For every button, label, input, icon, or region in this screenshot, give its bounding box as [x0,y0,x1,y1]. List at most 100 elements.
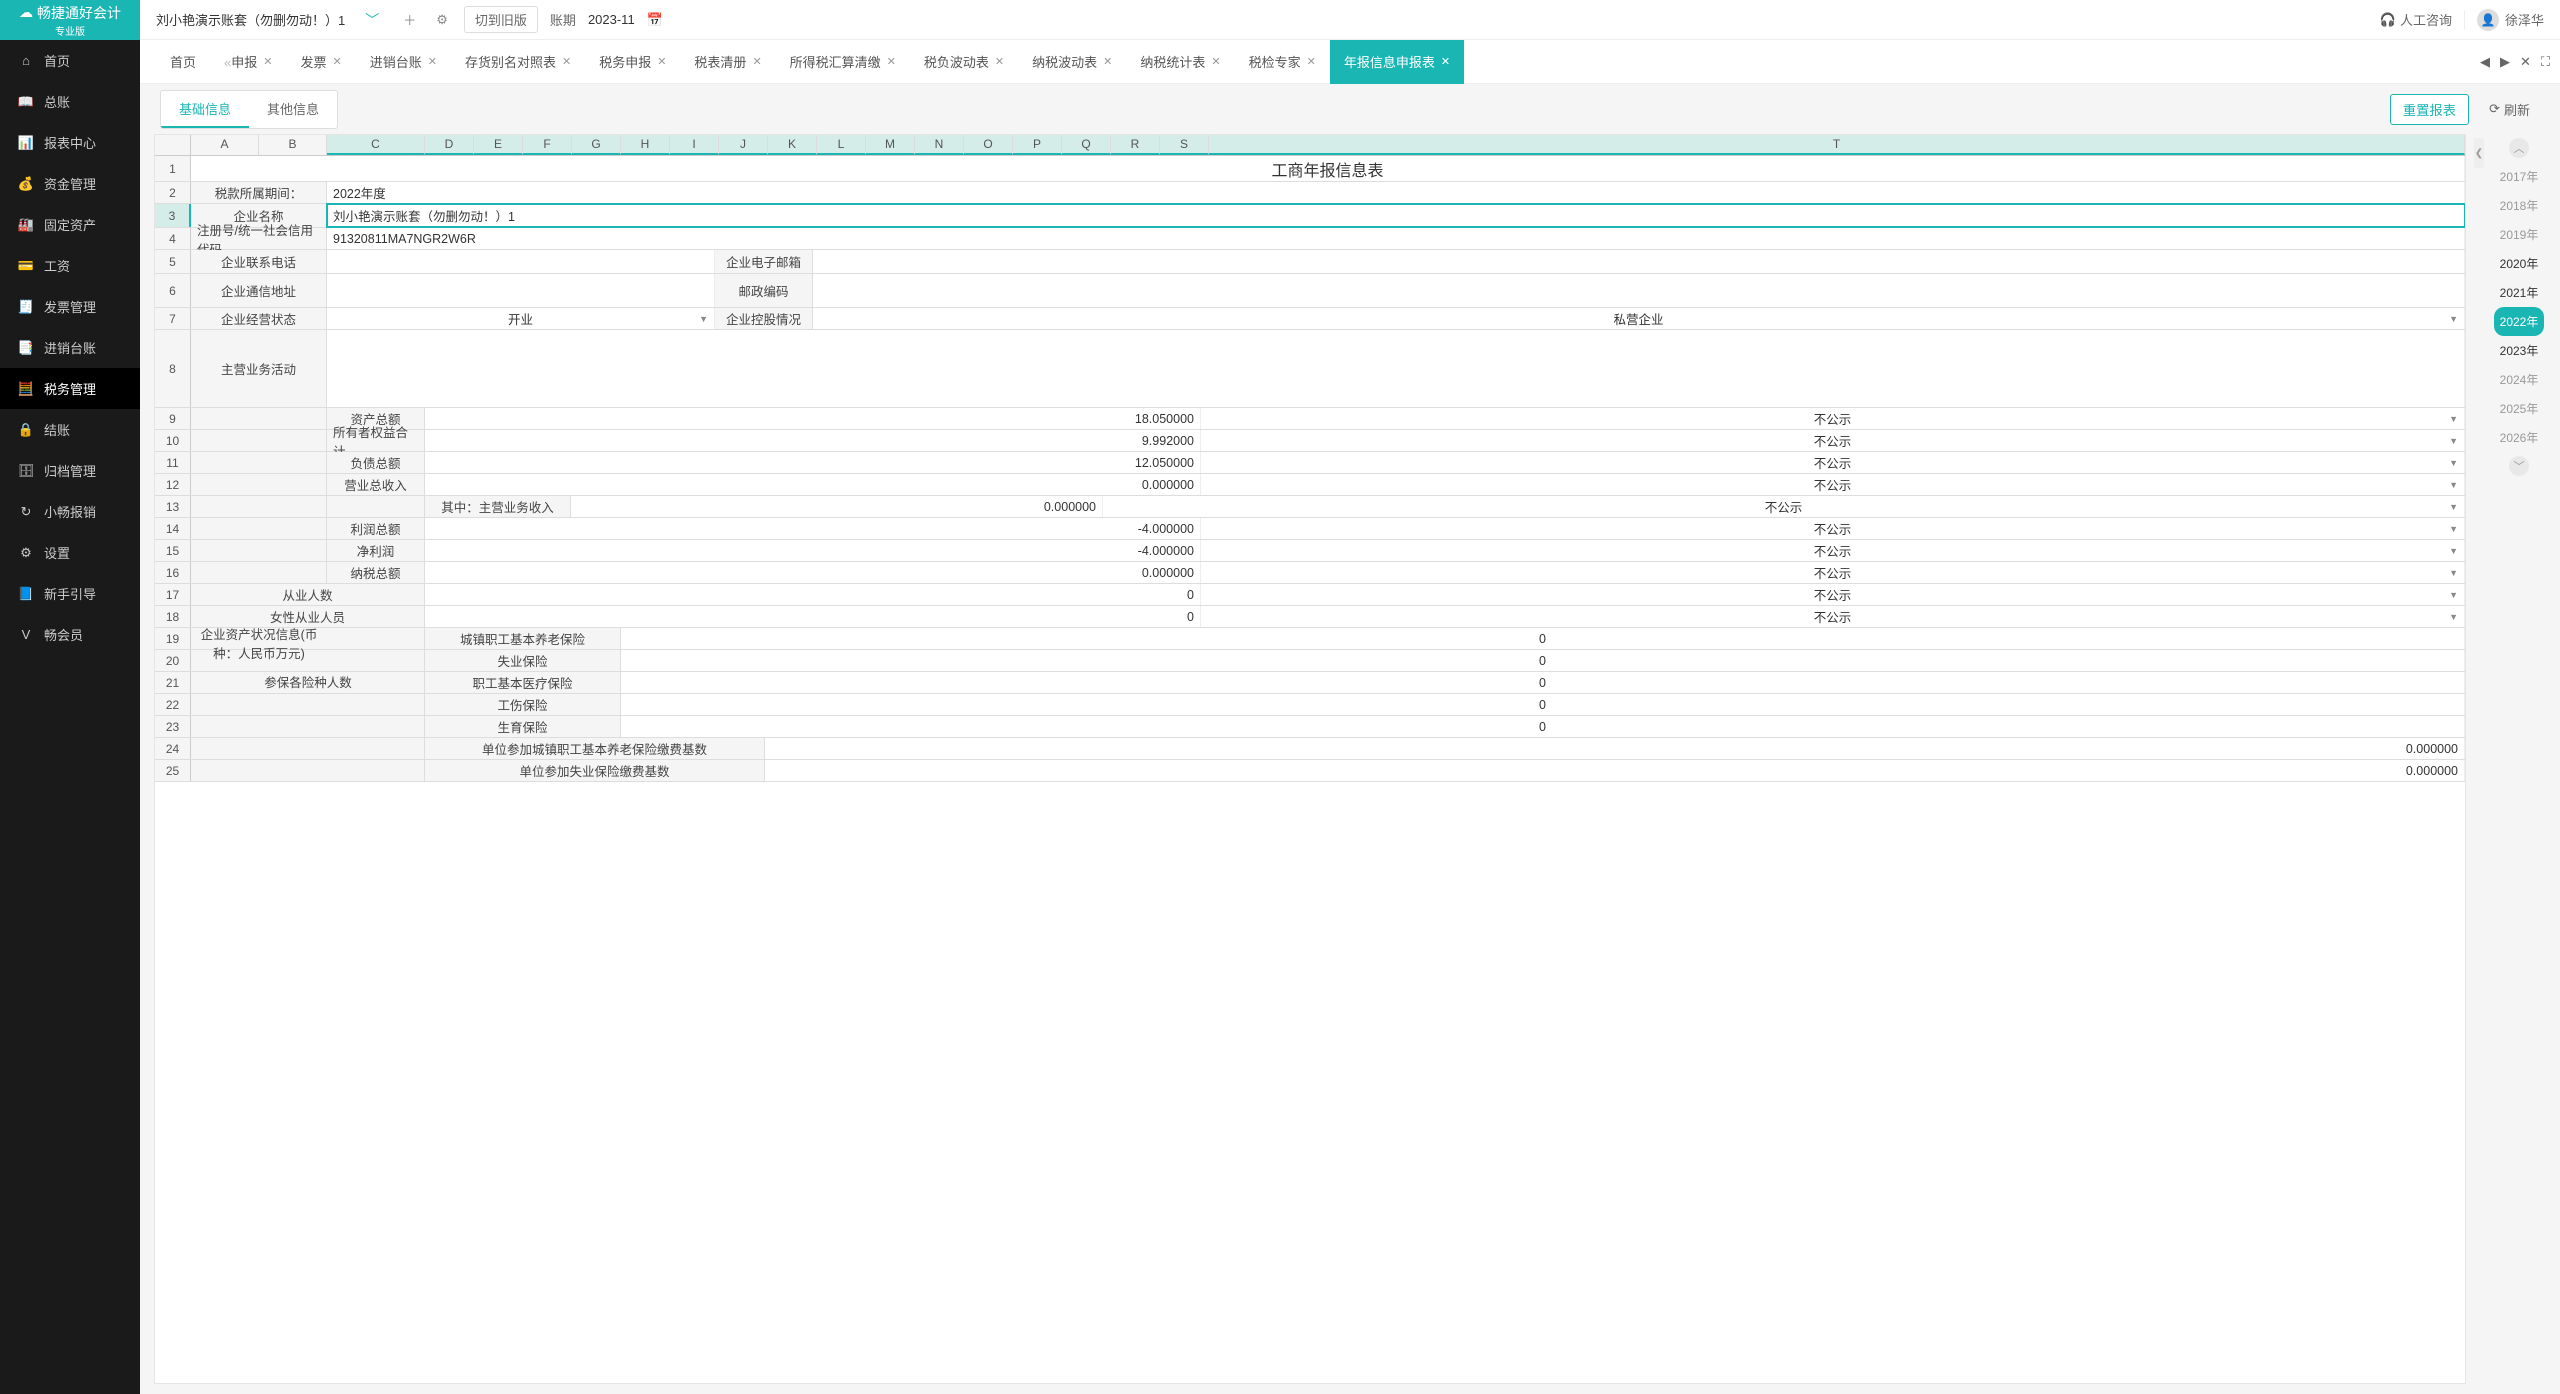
value-asset-14[interactable]: -4.000000 [425,518,1201,539]
year-item-2017年[interactable]: 2017年 [2494,162,2545,191]
value-asset-15[interactable]: -4.000000 [425,540,1201,561]
tab-2[interactable]: 发票✕ [286,40,355,84]
row-header-22[interactable]: 22 [155,694,191,715]
value-address[interactable] [327,274,715,307]
year-item-2019年[interactable]: 2019年 [2494,220,2545,249]
row-header-6[interactable]: 6 [155,274,191,307]
row-header-3[interactable]: 3 [155,204,191,227]
year-item-2026年[interactable]: 2026年 [2494,423,2545,452]
row-header-8[interactable]: 8 [155,330,191,407]
value-asset-16[interactable]: 0.000000 [425,562,1201,583]
value-25[interactable]: 0.000000 [765,760,2465,781]
year-item-2023年[interactable]: 2023年 [2494,336,2545,365]
year-item-2022年[interactable]: 2022年 [2494,307,2545,336]
col-header-E[interactable]: E [474,135,523,155]
tab-close-icon[interactable]: ✕ [333,55,342,68]
tab-3[interactable]: 进销台账✕ [356,40,451,84]
user-menu[interactable]: 👤 徐泽华 [2477,9,2544,31]
tab-4[interactable]: 存货别名对照表✕ [451,40,585,84]
tab-0[interactable]: 首页 [156,40,210,84]
tab-close-icon[interactable]: ✕ [1441,55,1450,68]
tab-close-icon[interactable]: ✕ [1103,55,1112,68]
sidebar-item-12[interactable]: ⚙设置 [0,532,140,573]
value-insure-23[interactable]: 0 [621,716,2465,737]
sidebar-item-1[interactable]: 📖总账 [0,81,140,122]
row-header-25[interactable]: 25 [155,760,191,781]
tab-close-icon[interactable]: ✕ [657,55,666,68]
tab-7[interactable]: 所得税汇算清缴✕ [776,40,910,84]
year-item-2020年[interactable]: 2020年 [2494,249,2545,278]
tab-6[interactable]: 税表清册✕ [680,40,775,84]
value-company-name[interactable]: 刘小艳演示账套（勿删勿动！）1 [327,204,2465,227]
value-18[interactable]: 0 [425,606,1201,627]
reset-report-button[interactable]: 重置报表 [2390,94,2469,125]
value-17[interactable]: 0 [425,584,1201,605]
sidebar-item-7[interactable]: 📑进销台账 [0,327,140,368]
calendar-icon[interactable]: 📅 [647,12,663,28]
col-header-A[interactable]: A [191,135,259,155]
row-header-11[interactable]: 11 [155,452,191,473]
value-insure-20[interactable]: 0 [621,650,2465,671]
sidebar-item-9[interactable]: 🔒结账 [0,409,140,450]
value-period[interactable]: 2022年度 [327,182,2465,203]
col-header-F[interactable]: F [523,135,572,155]
row-header-18[interactable]: 18 [155,606,191,627]
value-insure-19[interactable]: 0 [621,628,2465,649]
tab-close-icon[interactable]: ✕ [995,55,1004,68]
col-header-R[interactable]: R [1111,135,1160,155]
row-header-1[interactable]: 1 [155,156,191,181]
row-header-4[interactable]: 4 [155,228,191,249]
sidebar-item-10[interactable]: 🗄归档管理 [0,450,140,491]
tab-10[interactable]: 纳税统计表✕ [1126,40,1234,84]
dropdown-status[interactable]: 开业 [327,308,715,329]
tabs-next-icon[interactable]: ▶ [2500,54,2510,70]
row-header-19[interactable]: 19 [155,628,191,649]
value-asset-11[interactable]: 12.050000 [425,452,1201,473]
col-header-H[interactable]: H [621,135,670,155]
year-item-2024年[interactable]: 2024年 [2494,365,2545,394]
subtab-0[interactable]: 基础信息 [161,91,249,128]
col-header-O[interactable]: O [964,135,1013,155]
col-header-J[interactable]: J [719,135,768,155]
sidebar-item-13[interactable]: 📘新手引导 [0,573,140,614]
row-header-16[interactable]: 16 [155,562,191,583]
tab-5[interactable]: 税务申报✕ [585,40,680,84]
sidebar-item-4[interactable]: 🏭固定资产 [0,204,140,245]
col-header-Q[interactable]: Q [1062,135,1111,155]
value-insure-22[interactable]: 0 [621,694,2465,715]
col-header-P[interactable]: P [1013,135,1062,155]
tab-close-icon[interactable]: ✕ [752,55,761,68]
dropdown-pub-18[interactable]: 不公示 [1201,606,2465,627]
sheet-corner[interactable] [155,135,191,155]
period-value[interactable]: 2023-11 [588,12,635,27]
fullscreen-icon[interactable]: ⛶ [2541,54,2550,70]
row-header-12[interactable]: 12 [155,474,191,495]
value-phone[interactable] [327,250,715,273]
col-header-S[interactable]: S [1160,135,1209,155]
sidebar-item-0[interactable]: ⌂首页 [0,40,140,81]
row-header-23[interactable]: 23 [155,716,191,737]
sidebar-item-8[interactable]: 🧮税务管理 [0,368,140,409]
dropdown-pub-17[interactable]: 不公示 [1201,584,2465,605]
col-header-M[interactable]: M [866,135,915,155]
year-item-2018年[interactable]: 2018年 [2494,191,2545,220]
consult-button[interactable]: 🎧 人工咨询 [2380,10,2452,29]
tab-close-icon[interactable]: ✕ [1307,55,1316,68]
gear-icon[interactable]: ⚙ [432,12,452,28]
tab-1[interactable]: «申报✕ [210,40,286,84]
sidebar-item-2[interactable]: 📊报表中心 [0,122,140,163]
col-header-G[interactable]: G [572,135,621,155]
col-header-L[interactable]: L [817,135,866,155]
row-header-2[interactable]: 2 [155,182,191,203]
row-header-20[interactable]: 20 [155,650,191,671]
value-email[interactable] [813,250,2465,273]
col-header-D[interactable]: D [425,135,474,155]
year-item-2025年[interactable]: 2025年 [2494,394,2545,423]
account-dropdown-icon[interactable]: ﹀ [357,10,387,30]
year-item-2021年[interactable]: 2021年 [2494,278,2545,307]
row-header-21[interactable]: 21 [155,672,191,693]
tab-8[interactable]: 税负波动表✕ [910,40,1018,84]
sidebar-item-6[interactable]: 🧾发票管理 [0,286,140,327]
sidebar-item-11[interactable]: ↻小畅报销 [0,491,140,532]
tab-close-icon[interactable]: ✕ [887,55,896,68]
